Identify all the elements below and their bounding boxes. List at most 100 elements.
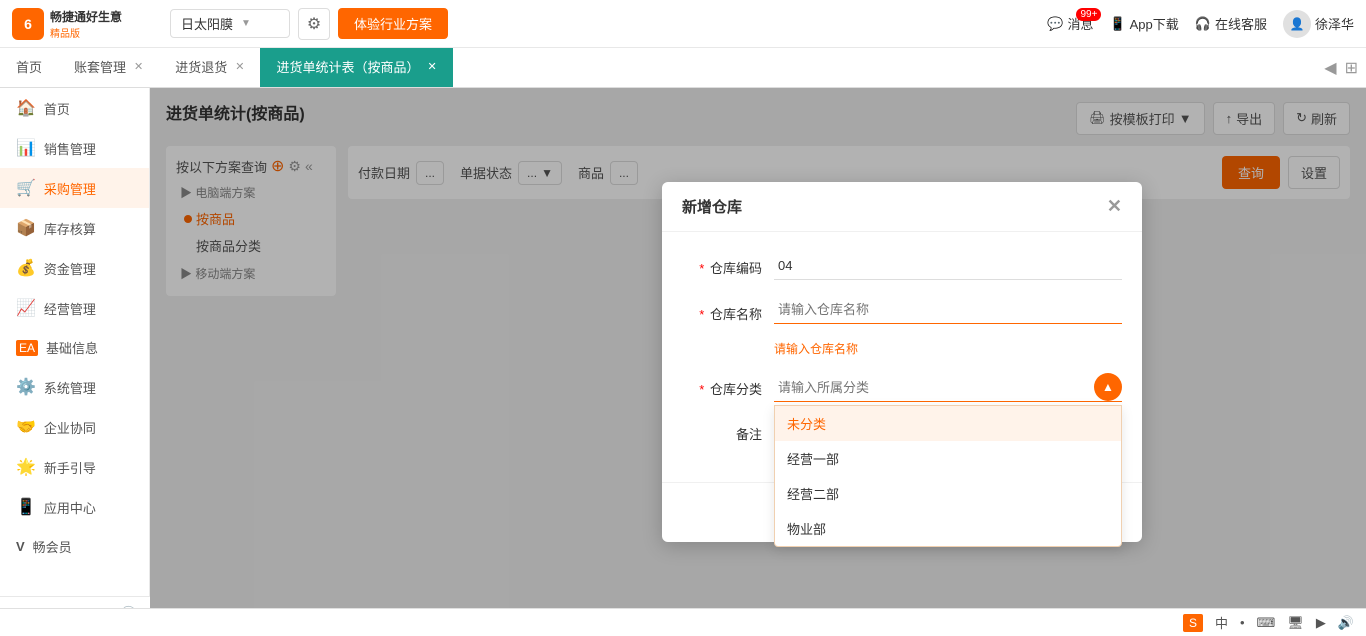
online-service-button[interactable]: 🎧 在线客服 bbox=[1195, 14, 1267, 33]
category-dropdown: ▲ 未分类 经营一部 经营二部 物业部 bbox=[774, 373, 1122, 402]
sidebar-item-system[interactable]: ⚙️ 系统管理 bbox=[0, 367, 149, 407]
logo-area: 6 畅捷通好生意 精品版 bbox=[12, 8, 162, 40]
play-icon[interactable]: ▶ bbox=[1316, 615, 1326, 631]
guide-icon: 🌟 bbox=[16, 457, 36, 477]
dropdown-item-property[interactable]: 物业部 bbox=[775, 511, 1121, 546]
form-row-category: * 仓库分类 ▲ 未分类 经营一部 经营二部 物业部 bbox=[682, 373, 1122, 402]
tab-expand-icon[interactable]: ⊞ bbox=[1345, 58, 1358, 78]
sidebar-item-app-center-label: 应用中心 bbox=[44, 498, 96, 517]
modal-title: 新增仓库 bbox=[682, 196, 742, 217]
sidebar-item-finance-label: 资金管理 bbox=[44, 259, 96, 278]
dropdown-arrow-button[interactable]: ▲ bbox=[1094, 373, 1122, 401]
inventory-icon: 📦 bbox=[16, 218, 36, 238]
sidebar-item-sales-label: 销售管理 bbox=[44, 139, 96, 158]
main-layout: 🏠 首页 📊 销售管理 🛒 采购管理 📦 库存核算 💰 资金管理 📈 经营管理 … bbox=[0, 88, 1366, 636]
message-icon: 💬 bbox=[1047, 16, 1063, 32]
app-download-button[interactable]: 📱 App下载 bbox=[1109, 14, 1178, 33]
logo-text: 畅捷通好生意 精品版 bbox=[50, 8, 122, 40]
avatar: 👤 bbox=[1283, 10, 1311, 38]
category-label: * 仓库分类 bbox=[682, 373, 762, 398]
name-input[interactable] bbox=[774, 296, 1122, 324]
sidebar-item-member-label: 畅会员 bbox=[33, 537, 72, 556]
form-row-code: * 仓库编码 bbox=[682, 252, 1122, 280]
dropdown-item-dept2[interactable]: 经营二部 bbox=[775, 476, 1121, 511]
tab-purchase-stats-label: 进货单统计表（按商品） bbox=[276, 57, 419, 76]
note-label: 备注 bbox=[682, 418, 762, 443]
finance-icon: 💰 bbox=[16, 258, 36, 278]
gear-button[interactable]: ⚙ bbox=[298, 8, 330, 40]
status-bar: S 中 • ⌨ 🖥 ▶ 🔊 bbox=[0, 608, 1366, 636]
store-selector[interactable]: 日太阳膜 ▼ bbox=[170, 9, 290, 38]
zh-label[interactable]: 中 bbox=[1215, 613, 1228, 632]
name-error-message: 请输入仓库名称 bbox=[774, 340, 1122, 357]
form-row-name: * 仓库名称 请输入仓库名称 bbox=[682, 296, 1122, 357]
sidebar-item-purchase[interactable]: 🛒 采购管理 bbox=[0, 168, 149, 208]
category-input[interactable] bbox=[774, 374, 1094, 401]
lang-switch-button[interactable]: S bbox=[1183, 614, 1203, 632]
tab-account-label: 账套管理 bbox=[74, 57, 126, 76]
sidebar-item-home[interactable]: 🏠 首页 bbox=[0, 88, 149, 128]
modal-close-button[interactable]: ✕ bbox=[1107, 196, 1122, 217]
content-area: 进货单统计(按商品) 🖨 按模板打印 ▼ ↑ 导出 ↻ 刷新 bbox=[150, 88, 1366, 636]
sidebar-item-guide[interactable]: 🌟 新手引导 bbox=[0, 447, 149, 487]
system-icon: ⚙️ bbox=[16, 377, 36, 397]
user-menu[interactable]: 👤 徐泽华 bbox=[1283, 10, 1354, 38]
trial-button[interactable]: 体验行业方案 bbox=[338, 8, 448, 39]
tab-account-close[interactable]: ✕ bbox=[134, 60, 143, 73]
dropdown-item-uncategorized[interactable]: 未分类 bbox=[775, 406, 1121, 441]
volume-status-icon[interactable]: 🔊 bbox=[1338, 615, 1354, 631]
online-service-label: 在线客服 bbox=[1215, 14, 1267, 33]
new-warehouse-modal: 新增仓库 ✕ * 仓库编码 * 仓库名称 bbox=[662, 182, 1142, 542]
sidebar-item-app-center[interactable]: 📱 应用中心 bbox=[0, 487, 149, 527]
sidebar-item-purchase-label: 采购管理 bbox=[44, 179, 96, 198]
tab-purchase-return-close[interactable]: ✕ bbox=[235, 60, 244, 73]
sidebar: 🏠 首页 📊 销售管理 🛒 采购管理 📦 库存核算 💰 资金管理 📈 经营管理 … bbox=[0, 88, 150, 636]
dropdown-item-dept1[interactable]: 经营一部 bbox=[775, 441, 1121, 476]
tab-home[interactable]: 首页 bbox=[0, 48, 58, 87]
code-label: * 仓库编码 bbox=[682, 252, 762, 277]
sidebar-item-inventory-label: 库存核算 bbox=[44, 219, 96, 238]
home-icon: 🏠 bbox=[16, 98, 36, 118]
tab-account[interactable]: 账套管理 ✕ bbox=[58, 48, 159, 87]
chevron-down-icon: ▼ bbox=[241, 18, 251, 29]
collab-icon: 🤝 bbox=[16, 417, 36, 437]
dot-separator-1: • bbox=[1240, 615, 1245, 630]
purchase-icon: 🛒 bbox=[16, 178, 36, 198]
sidebar-item-collab-label: 企业协同 bbox=[44, 418, 96, 437]
message-badge: 99+ bbox=[1076, 8, 1101, 21]
tab-bar: 首页 账套管理 ✕ 进货退货 ✕ 进货单统计表（按商品） ✕ ◀ ⊞ bbox=[0, 48, 1366, 88]
sidebar-item-finance[interactable]: 💰 资金管理 bbox=[0, 248, 149, 288]
tab-purchase-return[interactable]: 进货退货 ✕ bbox=[159, 48, 260, 87]
category-input-row: ▲ bbox=[774, 373, 1122, 402]
modal-body: * 仓库编码 * 仓库名称 请输入仓库名称 bbox=[662, 232, 1142, 482]
sidebar-item-basic-info-label: 基础信息 bbox=[46, 338, 98, 357]
tab-bar-controls: ◀ ⊞ bbox=[1324, 48, 1366, 87]
headset-icon: 🎧 bbox=[1195, 16, 1211, 32]
logo-icon: 6 bbox=[12, 8, 44, 40]
tab-purchase-stats-close[interactable]: ✕ bbox=[428, 60, 437, 73]
tab-purchase-return-label: 进货退货 bbox=[175, 57, 227, 76]
sidebar-item-home-label: 首页 bbox=[44, 99, 70, 118]
monitor-icon[interactable]: 🖥 bbox=[1287, 615, 1304, 631]
sidebar-item-inventory[interactable]: 📦 库存核算 bbox=[0, 208, 149, 248]
category-dropdown-list: 未分类 经营一部 经营二部 物业部 bbox=[774, 405, 1122, 547]
app-icon: 📱 bbox=[1109, 16, 1125, 32]
top-header: 6 畅捷通好生意 精品版 日太阳膜 ▼ ⚙ 体验行业方案 💬 消息 99+ 📱 … bbox=[0, 0, 1366, 48]
store-name: 日太阳膜 bbox=[181, 14, 233, 33]
tab-home-label: 首页 bbox=[16, 57, 42, 76]
sidebar-item-basic-info[interactable]: EA 基础信息 bbox=[0, 328, 149, 367]
sidebar-item-operations[interactable]: 📈 经营管理 bbox=[0, 288, 149, 328]
message-button[interactable]: 💬 消息 99+ bbox=[1047, 14, 1093, 33]
sidebar-item-collab[interactable]: 🤝 企业协同 bbox=[0, 407, 149, 447]
header-right: 💬 消息 99+ 📱 App下载 🎧 在线客服 👤 徐泽华 bbox=[1047, 10, 1354, 38]
sidebar-item-sales[interactable]: 📊 销售管理 bbox=[0, 128, 149, 168]
sidebar-item-guide-label: 新手引导 bbox=[44, 458, 96, 477]
sidebar-item-member[interactable]: V 畅会员 bbox=[0, 527, 149, 566]
tab-collapse-icon[interactable]: ◀ bbox=[1324, 58, 1336, 78]
name-label: * 仓库名称 bbox=[682, 298, 762, 323]
sidebar-item-system-label: 系统管理 bbox=[44, 378, 96, 397]
user-name: 徐泽华 bbox=[1315, 14, 1354, 33]
code-input[interactable] bbox=[774, 252, 1122, 280]
keyboard-icon[interactable]: ⌨ bbox=[1257, 615, 1276, 631]
tab-purchase-stats[interactable]: 进货单统计表（按商品） ✕ bbox=[260, 48, 452, 87]
